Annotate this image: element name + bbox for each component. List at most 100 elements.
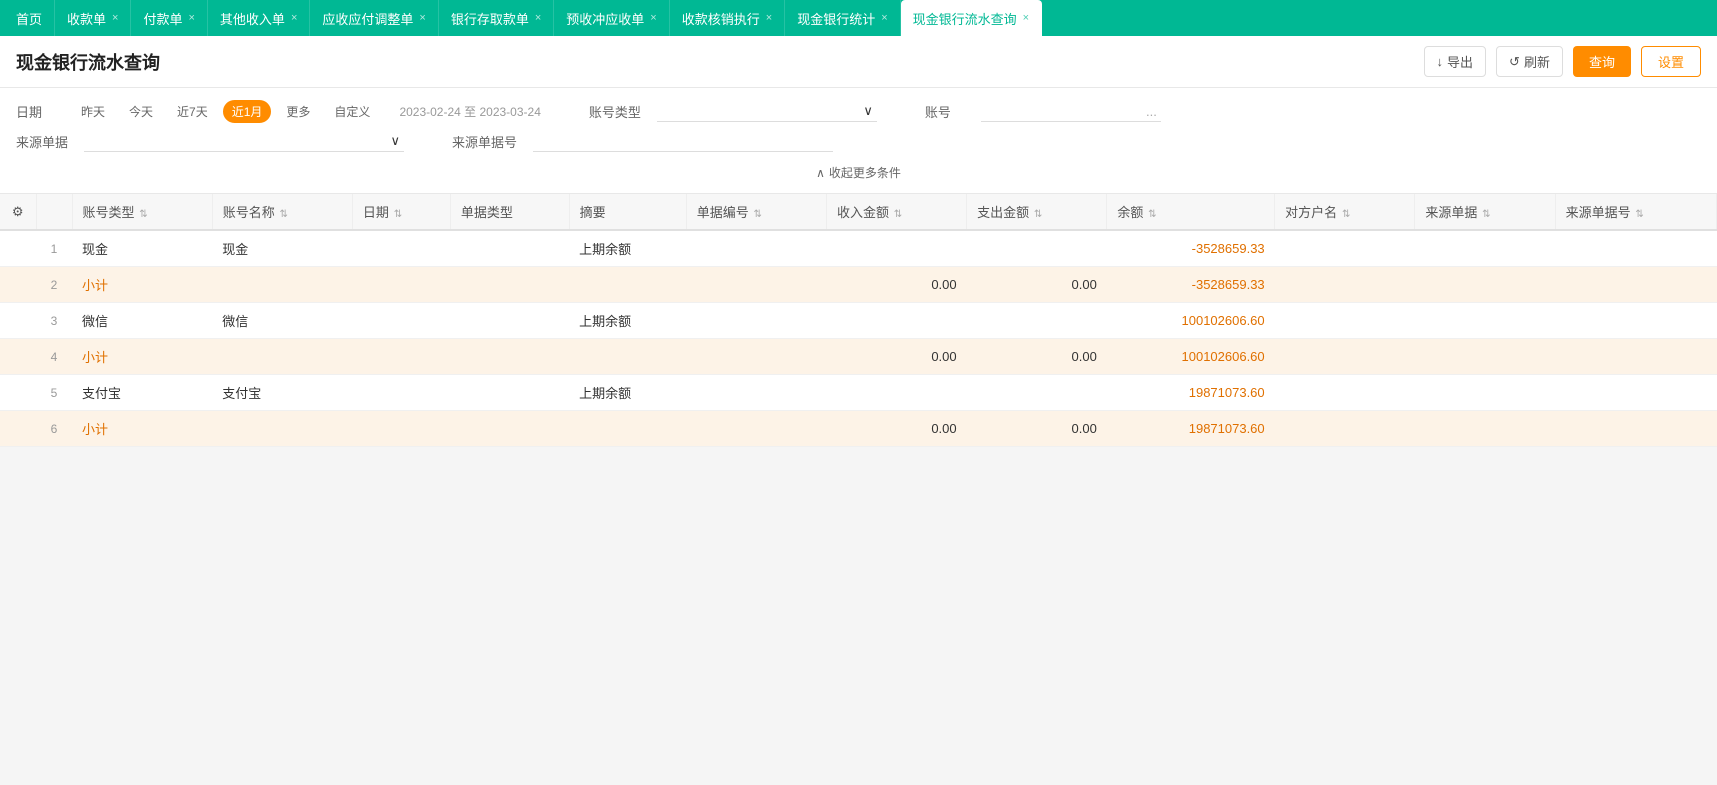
row-doc-type xyxy=(450,230,569,267)
row-counterpart xyxy=(1275,375,1415,411)
row-account-name: 现金 xyxy=(212,230,352,267)
close-tab-payment-icon[interactable]: × xyxy=(188,12,194,24)
sort-icon-doc_no: ⇅ xyxy=(751,209,762,220)
row-source-doc xyxy=(1415,230,1555,267)
settings-button[interactable]: 设置 xyxy=(1641,46,1701,77)
row-seq: 1 xyxy=(36,230,72,267)
close-tab-receipt-icon[interactable]: × xyxy=(112,12,118,24)
col-header-date[interactable]: 日期 ⇅ xyxy=(352,194,450,230)
account-label: 账号 xyxy=(925,102,965,121)
col-header-doc_no[interactable]: 单据编号 ⇅ xyxy=(686,194,826,230)
row-doc-type xyxy=(450,411,569,447)
row-doc-no xyxy=(686,230,826,267)
row-date xyxy=(352,339,450,375)
row-account-name: 支付宝 xyxy=(212,375,352,411)
col-seq xyxy=(36,194,72,230)
collapse-chevron-icon: ∧ xyxy=(816,166,825,180)
row-counterpart xyxy=(1275,339,1415,375)
date-btn-自定义[interactable]: 自定义 xyxy=(325,100,379,123)
nav-tab-other-income[interactable]: 其他收入单× xyxy=(208,0,310,36)
row-balance: 100102606.60 xyxy=(1107,339,1275,375)
export-button[interactable]: ↓ 导出 xyxy=(1424,46,1487,77)
col-header-doc_type: 单据类型 xyxy=(450,194,569,230)
nav-tab-receipt[interactable]: 收款单× xyxy=(55,0,131,36)
source-doc-label: 来源单据 xyxy=(16,132,68,151)
row-counterpart xyxy=(1275,303,1415,339)
date-btn-昨天[interactable]: 昨天 xyxy=(72,100,114,123)
row-date xyxy=(352,303,450,339)
col-header-expense[interactable]: 支出金额 ⇅ xyxy=(967,194,1107,230)
close-tab-other-income-icon[interactable]: × xyxy=(291,12,297,24)
close-tab-cash-bank-query-icon[interactable]: × xyxy=(1023,12,1029,24)
date-btn-今天[interactable]: 今天 xyxy=(120,100,162,123)
sort-icon-date: ⇅ xyxy=(391,209,402,220)
row-source-doc-no xyxy=(1555,230,1716,267)
row-date xyxy=(352,267,450,303)
row-seq: 6 xyxy=(36,411,72,447)
row-settings-cell xyxy=(0,411,36,447)
col-header-account_type[interactable]: 账号类型 ⇅ xyxy=(72,194,212,230)
row-source-doc-no xyxy=(1555,339,1716,375)
row-balance: 19871073.60 xyxy=(1107,375,1275,411)
filter-area: 日期 昨天今天近7天近1月更多自定义 2023-02-24 至 2023-03-… xyxy=(0,88,1717,194)
table-header-row: ⚙ 账号类型 ⇅账号名称 ⇅日期 ⇅单据类型摘要单据编号 ⇅收入金额 ⇅支出金额 … xyxy=(0,194,1717,230)
account-type-label: 账号类型 xyxy=(589,102,641,121)
source-doc-select[interactable]: ∨ xyxy=(84,131,404,152)
close-tab-prepaid-clear-icon[interactable]: × xyxy=(650,12,656,24)
row-source-doc-no xyxy=(1555,303,1716,339)
source-doc-no-input[interactable] xyxy=(533,132,833,152)
nav-tab-ar-ap-adjust[interactable]: 应收应付调整单× xyxy=(310,0,438,36)
date-btn-近7天[interactable]: 近7天 xyxy=(168,100,217,123)
close-tab-receipt-verify-icon[interactable]: × xyxy=(766,12,772,24)
row-expense: 0.00 xyxy=(967,411,1107,447)
row-balance: 19871073.60 xyxy=(1107,411,1275,447)
row-account-type: 小计 xyxy=(72,411,212,447)
row-summary xyxy=(569,411,686,447)
row-source-doc xyxy=(1415,339,1555,375)
nav-tab-cash-bank-stat[interactable]: 现金银行统计× xyxy=(785,0,900,36)
col-header-income[interactable]: 收入金额 ⇅ xyxy=(826,194,966,230)
table-row: 6小计0.000.0019871073.60 xyxy=(0,411,1717,447)
nav-tab-payment[interactable]: 付款单× xyxy=(131,0,207,36)
table-row: 1现金现金上期余额-3528659.33 xyxy=(0,230,1717,267)
account-type-chevron-icon: ∨ xyxy=(863,103,873,119)
col-header-balance[interactable]: 余额 ⇅ xyxy=(1107,194,1275,230)
row-doc-type xyxy=(450,375,569,411)
nav-tab-cash-bank-query[interactable]: 现金银行流水查询× xyxy=(901,0,1042,36)
nav-tab-prepaid-clear[interactable]: 预收冲应收单× xyxy=(554,0,669,36)
account-ellipsis-icon[interactable]: ... xyxy=(1146,104,1157,119)
row-income xyxy=(826,230,966,267)
data-table: ⚙ 账号类型 ⇅账号名称 ⇅日期 ⇅单据类型摘要单据编号 ⇅收入金额 ⇅支出金额 … xyxy=(0,194,1717,447)
close-tab-bank-deposit-icon[interactable]: × xyxy=(535,12,541,24)
date-btn-更多[interactable]: 更多 xyxy=(277,100,319,123)
refresh-button[interactable]: ↺ 刷新 xyxy=(1496,46,1563,77)
close-tab-ar-ap-adjust-icon[interactable]: × xyxy=(419,12,425,24)
row-income: 0.00 xyxy=(826,267,966,303)
nav-tab-receipt-verify[interactable]: 收款核销执行× xyxy=(670,0,785,36)
query-button[interactable]: 查询 xyxy=(1573,46,1631,77)
col-header-account_name[interactable]: 账号名称 ⇅ xyxy=(212,194,352,230)
date-range: 2023-02-24 至 2023-03-24 xyxy=(399,103,540,120)
col-settings[interactable]: ⚙ xyxy=(0,194,36,230)
row-source-doc xyxy=(1415,303,1555,339)
date-btn-近1月[interactable]: 近1月 xyxy=(223,100,272,123)
close-tab-cash-bank-stat-icon[interactable]: × xyxy=(881,12,887,24)
col-header-source_doc[interactable]: 来源单据 ⇅ xyxy=(1415,194,1555,230)
row-income: 0.00 xyxy=(826,411,966,447)
table-row: 2小计0.000.00-3528659.33 xyxy=(0,267,1717,303)
gear-icon[interactable]: ⚙ xyxy=(12,204,24,219)
row-counterpart xyxy=(1275,267,1415,303)
filter-row-1: 日期 昨天今天近7天近1月更多自定义 2023-02-24 至 2023-03-… xyxy=(16,100,1701,123)
account-type-select[interactable]: ∨ xyxy=(657,101,877,122)
nav-tab-bank-deposit[interactable]: 银行存取款单× xyxy=(439,0,554,36)
col-header-summary: 摘要 xyxy=(569,194,686,230)
row-expense xyxy=(967,375,1107,411)
row-expense: 0.00 xyxy=(967,339,1107,375)
nav-tab-home[interactable]: 首页 xyxy=(4,0,55,36)
collapse-bar[interactable]: ∧ 收起更多条件 xyxy=(16,160,1701,185)
source-doc-no-label: 来源单据号 xyxy=(452,132,517,151)
col-header-source_doc_no[interactable]: 来源单据号 ⇅ xyxy=(1555,194,1716,230)
col-header-counterpart[interactable]: 对方户名 ⇅ xyxy=(1275,194,1415,230)
row-income xyxy=(826,375,966,411)
row-settings-cell xyxy=(0,339,36,375)
